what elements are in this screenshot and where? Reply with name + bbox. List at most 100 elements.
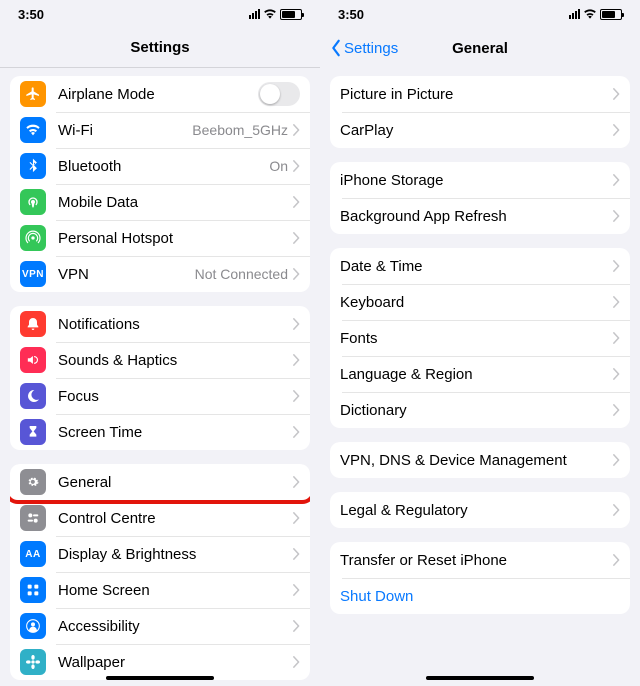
row-label: Fonts <box>340 330 612 347</box>
row-vpn[interactable]: VPNVPNNot Connected <box>10 256 310 292</box>
row-fonts[interactable]: Fonts <box>330 320 630 356</box>
row-label: Language & Region <box>340 366 612 383</box>
chevron-right-icon <box>292 548 300 560</box>
row-label: Shut Down <box>340 588 620 605</box>
status-bar: 3:50 <box>320 0 640 28</box>
chevron-right-icon <box>292 196 300 208</box>
row-personal-hotspot[interactable]: Personal Hotspot <box>10 220 310 256</box>
row-detail: On <box>269 158 288 174</box>
vpn-icon: VPN <box>20 261 46 287</box>
row-screen-time[interactable]: Screen Time <box>10 414 310 450</box>
row-label: General <box>58 474 292 491</box>
cellular-icon <box>569 9 580 19</box>
chevron-right-icon <box>612 260 620 272</box>
row-airplane-mode[interactable]: Airplane Mode <box>10 76 310 112</box>
row-iphone-storage[interactable]: iPhone Storage <box>330 162 630 198</box>
status-indicators <box>249 8 302 20</box>
row-label: Focus <box>58 388 292 405</box>
row-detail: Beebom_5GHz <box>192 122 288 138</box>
row-bluetooth[interactable]: BluetoothOn <box>10 148 310 184</box>
row-focus[interactable]: Focus <box>10 378 310 414</box>
row-dictionary[interactable]: Dictionary <box>330 392 630 428</box>
row-shut-down[interactable]: Shut Down <box>330 578 630 614</box>
chevron-right-icon <box>612 332 620 344</box>
row-label: Control Centre <box>58 510 292 527</box>
settings-screen: 3:50 Settings Airplane ModeWi-FiBeebom_5… <box>0 0 320 686</box>
row-label: Screen Time <box>58 424 292 441</box>
row-vpn-dns-device-management[interactable]: VPN, DNS & Device Management <box>330 442 630 478</box>
page-title: Settings <box>130 39 189 56</box>
airplane-icon <box>20 81 46 107</box>
battery-icon <box>600 9 622 20</box>
row-home-screen[interactable]: Home Screen <box>10 572 310 608</box>
chevron-right-icon <box>612 88 620 100</box>
row-accessibility[interactable]: Accessibility <box>10 608 310 644</box>
row-label: Airplane Mode <box>58 86 258 103</box>
chevron-right-icon <box>292 354 300 366</box>
row-background-app-refresh[interactable]: Background App Refresh <box>330 198 630 234</box>
row-label: iPhone Storage <box>340 172 612 189</box>
row-label: Keyboard <box>340 294 612 311</box>
row-label: Personal Hotspot <box>58 230 292 247</box>
row-mobile-data[interactable]: Mobile Data <box>10 184 310 220</box>
row-label: Wi-Fi <box>58 122 192 139</box>
row-notifications[interactable]: Notifications <box>10 306 310 342</box>
home-indicator[interactable] <box>426 676 534 680</box>
general-list[interactable]: Picture in Picture CarPlay iPhone Storage B… <box>320 68 640 686</box>
row-language-region[interactable]: Language & Region <box>330 356 630 392</box>
chevron-right-icon <box>292 620 300 632</box>
toggle[interactable] <box>258 82 300 106</box>
row-label: Mobile Data <box>58 194 292 211</box>
row-general[interactable]: General <box>10 464 310 500</box>
chevron-right-icon <box>612 404 620 416</box>
chevron-right-icon <box>292 232 300 244</box>
row-carplay[interactable]: CarPlay <box>330 112 630 148</box>
row-picture-in-picture[interactable]: Picture in Picture <box>330 76 630 112</box>
chevron-right-icon <box>612 368 620 380</box>
back-label: Settings <box>344 40 398 57</box>
chevron-right-icon <box>292 512 300 524</box>
home-indicator[interactable] <box>106 676 214 680</box>
chevron-right-icon <box>292 318 300 330</box>
row-label: Wallpaper <box>58 654 292 671</box>
chevron-right-icon <box>612 296 620 308</box>
status-time: 3:50 <box>338 7 364 22</box>
row-transfer-or-reset-iphone[interactable]: Transfer or Reset iPhone <box>330 542 630 578</box>
status-indicators <box>569 8 622 20</box>
row-date-time[interactable]: Date & Time <box>330 248 630 284</box>
wifi-status-icon <box>263 8 277 20</box>
row-label: Accessibility <box>58 618 292 635</box>
back-button[interactable]: Settings <box>330 28 398 68</box>
row-label: Legal & Regulatory <box>340 502 612 519</box>
row-keyboard[interactable]: Keyboard <box>330 284 630 320</box>
row-label: VPN <box>58 266 195 283</box>
chevron-right-icon <box>612 210 620 222</box>
chevron-right-icon <box>292 656 300 668</box>
gear-icon <box>20 469 46 495</box>
chevron-right-icon <box>612 554 620 566</box>
row-wallpaper[interactable]: Wallpaper <box>10 644 310 680</box>
row-label: Date & Time <box>340 258 612 275</box>
wifi-icon <box>20 117 46 143</box>
row-label: Home Screen <box>58 582 292 599</box>
row-display-brightness[interactable]: AADisplay & Brightness <box>10 536 310 572</box>
chevron-right-icon <box>292 426 300 438</box>
chevron-right-icon <box>292 584 300 596</box>
settings-list[interactable]: Airplane ModeWi-FiBeebom_5GHzBluetoothOn… <box>0 68 320 686</box>
row-legal-regulatory[interactable]: Legal & Regulatory <box>330 492 630 528</box>
row-control-centre[interactable]: Control Centre <box>10 500 310 536</box>
chevron-right-icon <box>292 390 300 402</box>
flower-icon <box>20 649 46 675</box>
row-sounds-haptics[interactable]: Sounds & Haptics <box>10 342 310 378</box>
switches-icon <box>20 505 46 531</box>
hourglass-icon <box>20 419 46 445</box>
row-detail: Not Connected <box>195 266 288 282</box>
wifi-status-icon <box>583 8 597 20</box>
chevron-right-icon <box>292 160 300 172</box>
row-label: CarPlay <box>340 122 612 139</box>
row-label: Notifications <box>58 316 292 333</box>
row-label: Background App Refresh <box>340 208 612 225</box>
grid-icon <box>20 577 46 603</box>
row-wi-fi[interactable]: Wi-FiBeebom_5GHz <box>10 112 310 148</box>
chevron-right-icon <box>292 476 300 488</box>
